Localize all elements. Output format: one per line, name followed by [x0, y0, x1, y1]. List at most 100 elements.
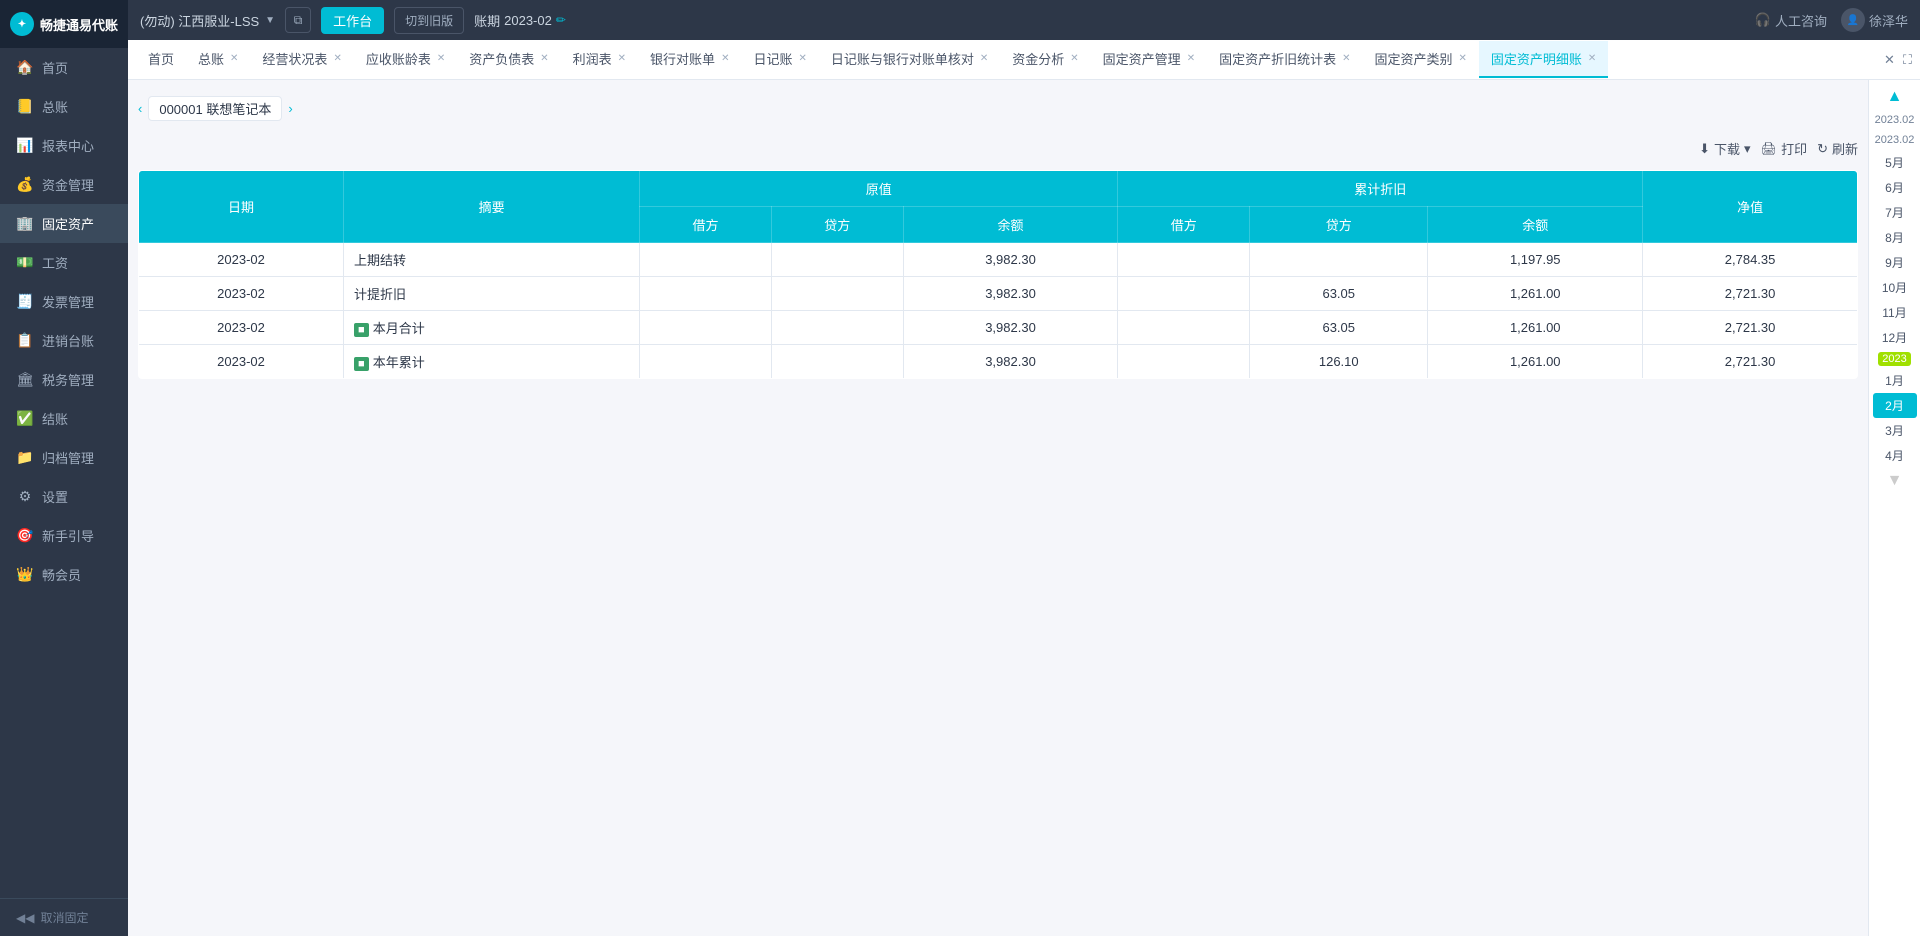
- service-button[interactable]: 🎧 人工咨询: [1755, 11, 1827, 30]
- sales-ledger-icon: 📋: [16, 332, 34, 349]
- tab-fixed-detail[interactable]: 固定资产明细账 ✕: [1479, 41, 1608, 78]
- tab-close-icon[interactable]: ✕: [798, 53, 806, 64]
- sidebar-item-label: 进销台账: [42, 331, 94, 350]
- sidebar-item-capital[interactable]: 💰 资金管理: [0, 165, 128, 204]
- tab-close-icon[interactable]: ✕: [540, 53, 548, 64]
- sidebar-item-payroll[interactable]: 💵 工资: [0, 243, 128, 282]
- sidebar-item-invoice[interactable]: 🧾 发票管理: [0, 282, 128, 321]
- tab-close-icon[interactable]: ✕: [1070, 53, 1078, 64]
- unpin-label: 取消固定: [40, 909, 88, 926]
- tab-fixed-mgmt-label: 固定资产管理: [1103, 49, 1181, 68]
- copy-button[interactable]: ⧉: [285, 7, 311, 33]
- sidebar-item-settings[interactable]: ⚙ 设置: [0, 477, 128, 516]
- refresh-button[interactable]: ↻ 刷新: [1817, 139, 1858, 158]
- chevron-down-icon: ▼: [265, 15, 275, 26]
- tab-close-icon[interactable]: ✕: [333, 53, 341, 64]
- sidebar-item-ledger[interactable]: 📒 总账: [0, 87, 128, 126]
- sidebar-item-label: 工资: [42, 253, 68, 272]
- tab-profit[interactable]: 利润表 ✕: [561, 41, 638, 78]
- table-row: 2023-02上期结转3,982.301,197.952,784.35: [139, 243, 1858, 277]
- period-prefix: 账期: [474, 11, 500, 30]
- table-row: 2023-02■本月合计3,982.3063.051,261.002,721.3…: [139, 311, 1858, 345]
- sidebar-item-reports[interactable]: 📊 报表中心: [0, 126, 128, 165]
- sidebar-item-archive[interactable]: 📁 归档管理: [0, 438, 128, 477]
- th-dep-balance: 余额: [1428, 207, 1643, 243]
- print-button[interactable]: 🖨 打印: [1761, 139, 1808, 158]
- workbench-button[interactable]: 工作台: [321, 7, 384, 34]
- switch-version-button[interactable]: 切到旧版: [394, 7, 464, 34]
- tab-close-icon[interactable]: ✕: [980, 53, 988, 64]
- sidebar-item-tax[interactable]: 🏛 税务管理: [0, 360, 128, 399]
- sidebar-item-fixed-assets[interactable]: 🏢 固定资产: [0, 204, 128, 243]
- tab-ledger-label: 总账: [198, 49, 224, 68]
- tab-bank-statement[interactable]: 银行对账单 ✕: [638, 41, 741, 78]
- sidebar-item-label: 新手引导: [42, 526, 94, 545]
- period-edit-icon[interactable]: ✏: [556, 13, 566, 27]
- tab-fixed-mgmt[interactable]: 固定资产管理 ✕: [1091, 41, 1207, 78]
- period-down-arrow[interactable]: ▼: [1883, 468, 1907, 494]
- tab-bank-reconcile[interactable]: 日记账与银行对账单核对 ✕: [819, 41, 1000, 78]
- tab-close-icon[interactable]: ✕: [1588, 53, 1596, 64]
- tab-business[interactable]: 经营状况表 ✕: [250, 41, 353, 78]
- tab-close-icon[interactable]: ✕: [1459, 53, 1467, 64]
- tab-close-icon[interactable]: ✕: [618, 53, 626, 64]
- month-5[interactable]: 5月: [1873, 150, 1917, 175]
- sidebar-item-settlement[interactable]: ✅ 结账: [0, 399, 128, 438]
- company-name: (勿动) 江西服业-LSS: [140, 11, 259, 30]
- month-11[interactable]: 11月: [1873, 300, 1917, 325]
- th-depreciation-group: 累计折旧: [1118, 171, 1643, 207]
- download-button[interactable]: ⬇ 下载 ▾: [1699, 139, 1750, 158]
- period-up-arrow[interactable]: ▲: [1883, 84, 1907, 110]
- tab-journal[interactable]: 日记账 ✕: [741, 41, 818, 78]
- content-main: ‹ 000001 联想笔记本 › ⬇ 下载 ▾ 🖨 打印: [128, 80, 1868, 936]
- month-3[interactable]: 3月: [1873, 418, 1917, 443]
- sidebar-unpin[interactable]: ◀◀ 取消固定: [0, 898, 128, 936]
- user-menu[interactable]: 👤 徐泽华: [1841, 8, 1908, 32]
- sidebar-item-label: 归档管理: [42, 448, 94, 467]
- tab-receivable[interactable]: 应收账龄表 ✕: [354, 41, 457, 78]
- breadcrumb: ‹ 000001 联想笔记本 ›: [138, 90, 1858, 127]
- tab-journal-label: 日记账: [753, 49, 792, 68]
- tab-home[interactable]: 首页: [136, 41, 186, 78]
- tab-close-icon[interactable]: ✕: [721, 53, 729, 64]
- breadcrumb-next-icon[interactable]: ›: [288, 101, 292, 116]
- month-9[interactable]: 9月: [1873, 250, 1917, 275]
- month-6[interactable]: 6月: [1873, 175, 1917, 200]
- sidebar-item-member[interactable]: 👑 畅会员: [0, 555, 128, 594]
- tab-fixed-category[interactable]: 固定资产类别 ✕: [1362, 41, 1478, 78]
- tab-close-icon[interactable]: ✕: [437, 53, 445, 64]
- sidebar-item-label: 发票管理: [42, 292, 94, 311]
- th-net-value: 净值: [1643, 171, 1858, 243]
- tab-balance[interactable]: 资产负债表 ✕: [457, 41, 560, 78]
- month-1[interactable]: 1月: [1873, 368, 1917, 393]
- settings-icon: ⚙: [16, 488, 34, 505]
- breadcrumb-prev-icon[interactable]: ‹: [138, 101, 142, 116]
- month-2[interactable]: 2月: [1873, 393, 1917, 418]
- sidebar-item-guide[interactable]: 🎯 新手引导: [0, 516, 128, 555]
- tab-close-icon[interactable]: ✕: [1342, 53, 1350, 64]
- th-original-group: 原值: [640, 171, 1118, 207]
- month-8[interactable]: 8月: [1873, 225, 1917, 250]
- month-7[interactable]: 7月: [1873, 200, 1917, 225]
- tab-close-icon[interactable]: ✕: [1187, 53, 1195, 64]
- sidebar-item-label: 固定资产: [42, 214, 94, 233]
- month-10[interactable]: 10月: [1873, 275, 1917, 300]
- tab-expand-icon[interactable]: ⛶: [1903, 52, 1912, 68]
- th-orig-debit: 借方: [640, 207, 772, 243]
- app-logo: ✦ 畅捷通易代账: [0, 0, 128, 48]
- breadcrumb-asset: 000001 联想笔记本: [148, 96, 282, 121]
- th-dep-credit: 贷方: [1250, 207, 1428, 243]
- sidebar-item-home[interactable]: 🏠 首页: [0, 48, 128, 87]
- tab-close-icon[interactable]: ✕: [230, 53, 238, 64]
- tab-collapse-icon[interactable]: ✕: [1884, 52, 1895, 68]
- company-selector[interactable]: (勿动) 江西服业-LSS ▼: [140, 11, 275, 30]
- tab-capital-analysis[interactable]: 资金分析 ✕: [1000, 41, 1090, 78]
- tax-icon: 🏛: [16, 371, 34, 388]
- month-12[interactable]: 12月: [1873, 325, 1917, 350]
- fixed-assets-icon: 🏢: [16, 215, 34, 232]
- tab-ledger[interactable]: 总账 ✕: [186, 41, 250, 78]
- sidebar-item-sales-ledger[interactable]: 📋 进销台账: [0, 321, 128, 360]
- month-4[interactable]: 4月: [1873, 443, 1917, 468]
- print-icon: 🖨: [1761, 141, 1778, 157]
- tab-depreciation-stat[interactable]: 固定资产折旧统计表 ✕: [1207, 41, 1362, 78]
